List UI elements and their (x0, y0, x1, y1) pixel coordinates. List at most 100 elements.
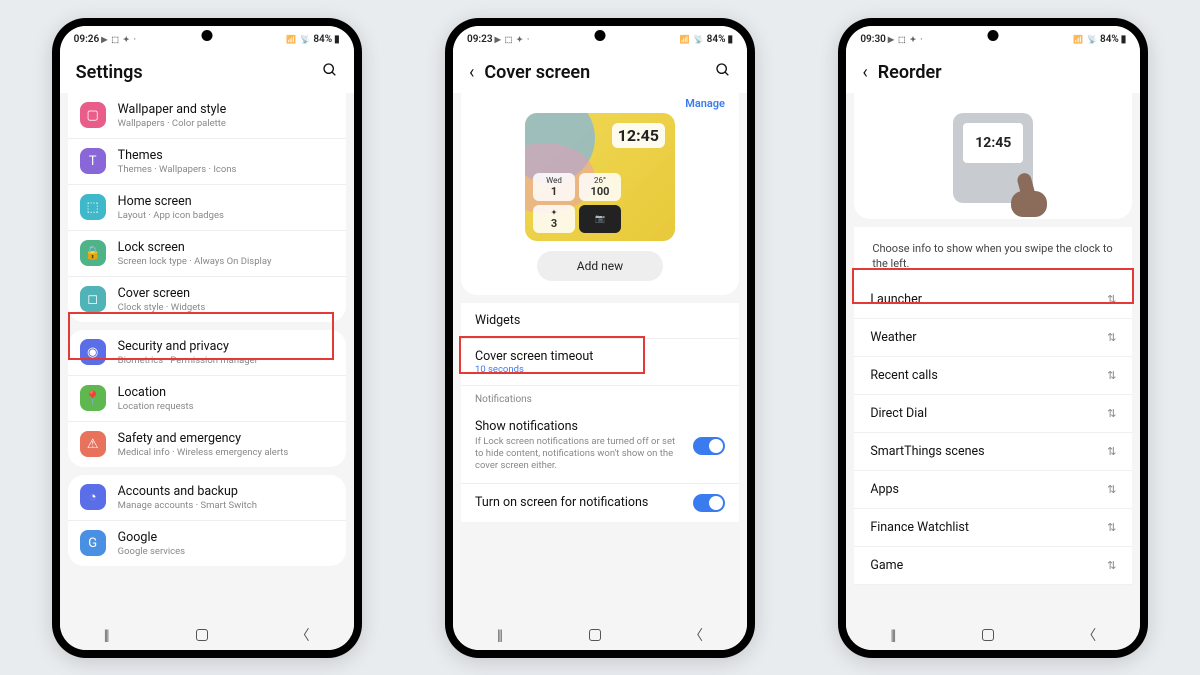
wallpaper-icon: ▢ (80, 102, 106, 128)
reorder-item-recent-calls[interactable]: Recent calls⇅ (854, 357, 1132, 395)
status-left-icons: ▶ ⬚ ✦ · (101, 35, 137, 44)
google-icon: G (80, 530, 106, 556)
battery-text: 84% (1100, 34, 1119, 45)
settings-row-location[interactable]: 📍 LocationLocation requests (68, 376, 346, 422)
nav-home[interactable] (982, 629, 994, 641)
battery-text: 84% (707, 34, 726, 45)
preview-widget-camera: 📷 (579, 205, 621, 233)
lock-icon: 🔒 (80, 240, 106, 266)
timeout-row[interactable]: Cover screen timeout 10 seconds (461, 339, 739, 386)
signal-wifi-icon: 📶 📡 (286, 35, 311, 44)
nav-bar: ||| 〈 (846, 620, 1140, 650)
settings-row-home-screen[interactable]: ⬚ Home screenLayout · App icon badges (68, 185, 346, 231)
nav-recent[interactable]: ||| (104, 626, 108, 644)
clock: 09:23 (467, 34, 493, 45)
clock: 09:26 (74, 34, 100, 45)
drag-handle-icon[interactable]: ⇅ (1107, 445, 1116, 458)
info-text: Choose info to show when you swipe the c… (854, 227, 1132, 282)
settings-row-safety-and-emergency[interactable]: ⚠ Safety and emergencyMedical info · Wir… (68, 422, 346, 467)
nav-back[interactable]: 〈 (689, 625, 703, 645)
drag-handle-icon[interactable]: ⇅ (1107, 521, 1116, 534)
themes-icon: T (80, 148, 106, 174)
settings-row-themes[interactable]: T ThemesThemes · Wallpapers · Icons (68, 139, 346, 185)
settings-row-cover-screen[interactable]: ◻ Cover screenClock style · Widgets (68, 277, 346, 322)
illus-clock: 12:45 (963, 123, 1023, 163)
page-title: Reorder (878, 62, 942, 83)
add-new-button[interactable]: Add new (537, 251, 663, 281)
status-left-icons: ▶ ⬚ ✦ · (888, 35, 924, 44)
hand-icon (1011, 183, 1051, 213)
turn-on-row[interactable]: Turn on screen for notifications (461, 484, 739, 522)
reorder-header: ‹ Reorder (846, 54, 1140, 93)
preview-area: Manage 12:45 Wed1 26°100 ✦3 📷 Add new (461, 93, 739, 295)
nav-bar: ||| 〈 (60, 620, 354, 650)
show-notif-toggle[interactable] (693, 437, 725, 455)
preview-clock: 12:45 (612, 123, 665, 148)
cover-preview[interactable]: 12:45 Wed1 26°100 ✦3 📷 (525, 113, 675, 241)
show-notif-row[interactable]: Show notifications If Lock screen notifi… (461, 409, 739, 484)
reorder-content: 12:45 Choose info to show when you swipe… (846, 93, 1140, 620)
drag-handle-icon[interactable]: ⇅ (1107, 331, 1116, 344)
illustration: 12:45 (854, 93, 1132, 219)
settings-row-security-and-privacy[interactable]: ◉ Security and privacyBiometrics · Permi… (68, 330, 346, 376)
reorder-item-launcher[interactable]: Launcher⇅ (854, 281, 1132, 319)
location-icon: 📍 (80, 385, 106, 411)
settings-row-accounts-and-backup[interactable]: ◔ Accounts and backupManage accounts · S… (68, 475, 346, 521)
preview-widget-date: Wed1 (533, 173, 575, 201)
reorder-item-finance-watchlist[interactable]: Finance Watchlist⇅ (854, 509, 1132, 547)
preview-widget-weather: 26°100 (579, 173, 621, 201)
phone-cover-screen: 09:23 ▶ ⬚ ✦ · 📶 📡 84%▮ ‹ Cover screen Ma… (445, 18, 755, 658)
signal-wifi-icon: 📶 📡 (680, 35, 705, 44)
nav-home[interactable] (196, 629, 208, 641)
settings-row-google[interactable]: G GoogleGoogle services (68, 521, 346, 566)
settings-list: ▢ Wallpaper and styleWallpapers · Color … (60, 93, 354, 620)
nav-recent[interactable]: ||| (890, 626, 894, 644)
safety-icon: ⚠ (80, 431, 106, 457)
drag-handle-icon[interactable]: ⇅ (1107, 407, 1116, 420)
drag-handle-icon[interactable]: ⇅ (1107, 483, 1116, 496)
reorder-item-apps[interactable]: Apps⇅ (854, 471, 1132, 509)
nav-recent[interactable]: ||| (497, 626, 501, 644)
settings-row-lock-screen[interactable]: 🔒 Lock screenScreen lock type · Always O… (68, 231, 346, 277)
turn-on-toggle[interactable] (693, 494, 725, 512)
phone-settings: 09:26 ▶ ⬚ ✦ · 📶 📡 84%▮ Settings ▢ Wallpa… (52, 18, 362, 658)
camera-cutout (201, 30, 212, 41)
cover-content: Manage 12:45 Wed1 26°100 ✦3 📷 Add new Wi… (453, 93, 747, 620)
reorder-item-game[interactable]: Game⇅ (854, 547, 1132, 585)
nav-back[interactable]: 〈 (1082, 625, 1096, 645)
status-left-icons: ▶ ⬚ ✦ · (495, 35, 531, 44)
drag-handle-icon[interactable]: ⇅ (1107, 369, 1116, 382)
settings-row-wallpaper-and-style[interactable]: ▢ Wallpaper and styleWallpapers · Color … (68, 93, 346, 139)
home-icon: ⬚ (80, 194, 106, 220)
search-icon[interactable] (715, 62, 731, 82)
cover-header: ‹ Cover screen (453, 54, 747, 93)
battery-text: 84% (313, 34, 332, 45)
security-icon: ◉ (80, 339, 106, 365)
accounts-icon: ◔ (80, 484, 106, 510)
nav-bar: ||| 〈 (453, 620, 747, 650)
settings-header: Settings (60, 54, 354, 93)
nav-back[interactable]: 〈 (296, 625, 310, 645)
reorder-item-direct-dial[interactable]: Direct Dial⇅ (854, 395, 1132, 433)
page-title: Settings (76, 62, 143, 83)
drag-handle-icon[interactable]: ⇅ (1107, 559, 1116, 572)
clock: 09:30 (860, 34, 886, 45)
page-title: Cover screen (484, 62, 590, 83)
preview-widget-count: ✦3 (533, 205, 575, 233)
widgets-section: Widgets Cover screen timeout 10 seconds … (461, 303, 739, 522)
reorder-item-smartthings-scenes[interactable]: SmartThings scenes⇅ (854, 433, 1132, 471)
manage-link[interactable]: Manage (685, 97, 725, 110)
widgets-row[interactable]: Widgets (461, 303, 739, 339)
reorder-list: Choose info to show when you swipe the c… (854, 227, 1132, 586)
nav-home[interactable] (589, 629, 601, 641)
phone-reorder: 09:30 ▶ ⬚ ✦ · 📶 📡 84%▮ ‹ Reorder 12:45 C… (838, 18, 1148, 658)
camera-cutout (594, 30, 605, 41)
camera-cutout (988, 30, 999, 41)
search-icon[interactable] (322, 62, 338, 82)
back-icon[interactable]: ‹ (469, 62, 474, 83)
signal-wifi-icon: 📶 📡 (1073, 35, 1098, 44)
back-icon[interactable]: ‹ (862, 62, 867, 83)
reorder-item-weather[interactable]: Weather⇅ (854, 319, 1132, 357)
notif-header: Notifications (461, 386, 739, 409)
drag-handle-icon[interactable]: ⇅ (1107, 293, 1116, 306)
